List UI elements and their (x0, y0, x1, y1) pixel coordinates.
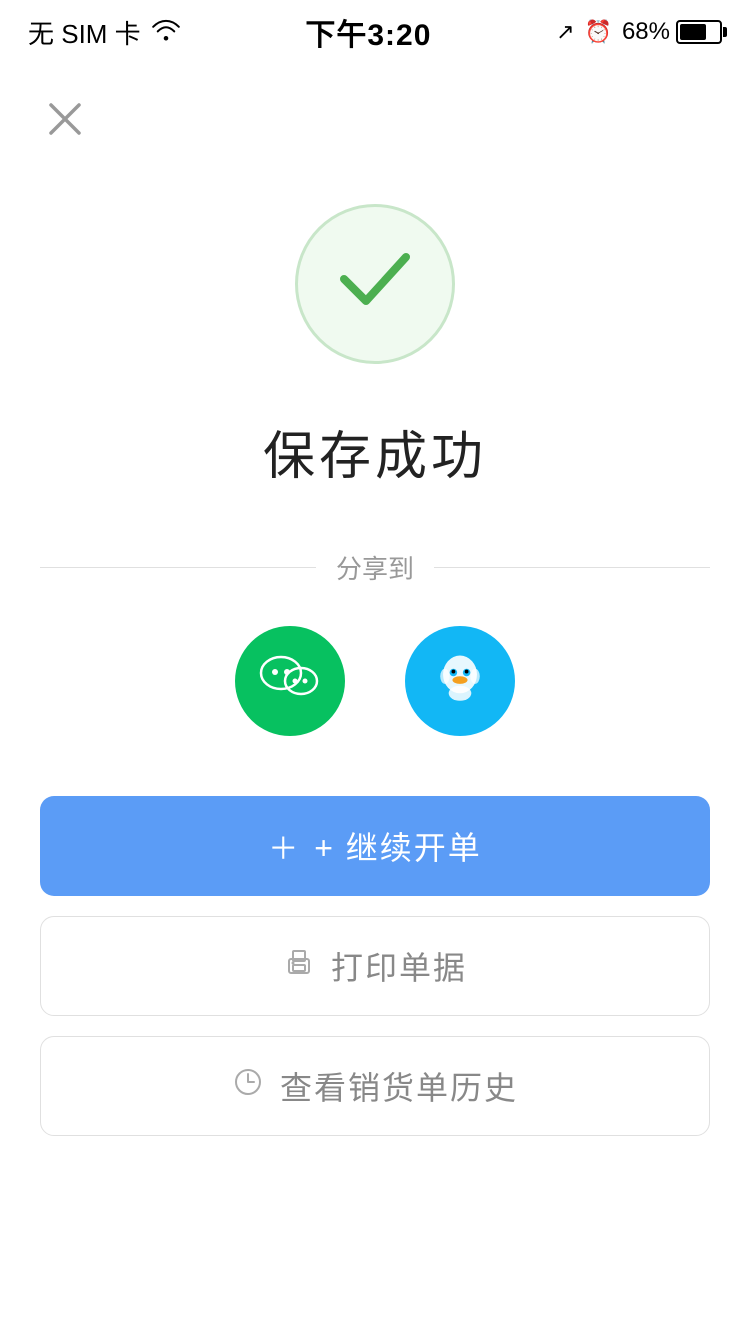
continue-order-button[interactable]: ＋ + 继续开单 (40, 796, 710, 896)
history-button[interactable]: 查看销货单历史 (40, 1036, 710, 1136)
share-qq-button[interactable] (405, 626, 515, 736)
success-circle (295, 204, 455, 364)
close-button[interactable] (40, 94, 90, 144)
print-icon (283, 947, 315, 986)
status-bar: 无 SIM 卡 下午3:20 ↗ ⏰ 68% (0, 0, 750, 64)
close-button-row (40, 64, 710, 164)
continue-order-label: + 继续开单 (314, 823, 482, 869)
print-label: 打印单据 (331, 943, 467, 989)
share-label: 分享到 (336, 549, 414, 586)
continue-order-icon: ＋ (268, 824, 298, 868)
action-buttons: ＋ + 继续开单 打印单据 查看销货单历史 (40, 796, 710, 1136)
alarm-icon: ⏰ (585, 19, 612, 45)
wifi-icon (151, 17, 181, 48)
divider-line-left (40, 567, 316, 568)
status-left: 无 SIM 卡 (28, 14, 181, 51)
divider-line-right (434, 567, 710, 568)
history-label: 查看销货单历史 (280, 1063, 518, 1109)
share-divider: 分享到 (40, 549, 710, 586)
share-section: 分享到 (40, 549, 710, 736)
success-title: 保存成功 (263, 414, 487, 489)
location-icon: ↗ (556, 19, 574, 45)
checkmark-icon (330, 233, 420, 336)
history-icon (232, 1066, 264, 1106)
status-right: ↗ ⏰ 68% (556, 18, 722, 46)
battery-percent: 68% (622, 18, 670, 46)
battery-icon (676, 20, 722, 44)
share-icons (40, 626, 710, 736)
carrier-label: 无 SIM 卡 (28, 14, 141, 51)
status-time: 下午3:20 (305, 10, 431, 54)
share-wechat-button[interactable] (235, 626, 345, 736)
main-content: 保存成功 分享到 (0, 64, 750, 1334)
print-button[interactable]: 打印单据 (40, 916, 710, 1016)
battery-indicator: 68% (622, 18, 722, 46)
